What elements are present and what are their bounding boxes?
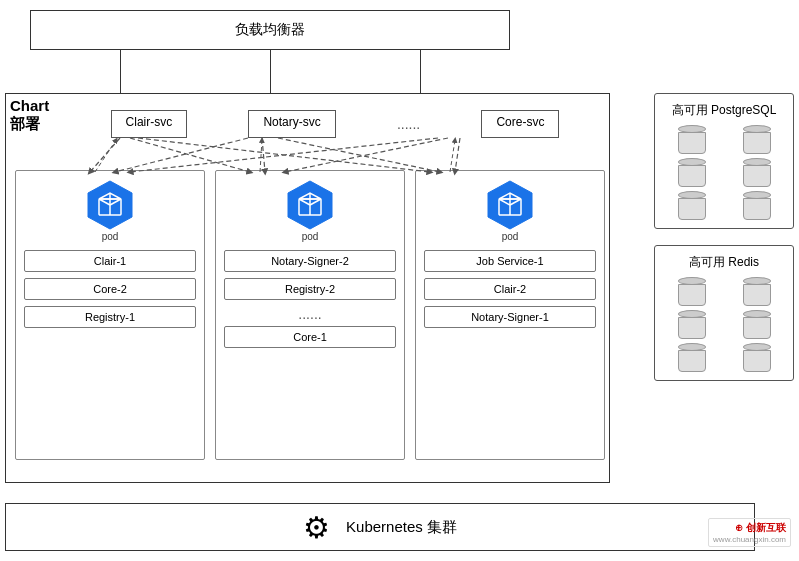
cyl-rd-4 (743, 310, 771, 339)
cyl-rd-5 (678, 343, 706, 372)
ha-postgresql-title: 高可用 PostgreSQL (661, 102, 787, 119)
notary-signer-2: Notary-Signer-2 (224, 250, 396, 272)
chart-deploy-label: Chart 部署 (10, 97, 49, 133)
cyl-rd-6 (743, 343, 771, 372)
node-col-1: pod Clair-1 Core-2 Registry-1 (15, 170, 205, 460)
service-row: Clair-svc Notary-svc ...... Core-svc (80, 110, 590, 138)
pod-label-3: pod (424, 231, 596, 242)
cyl-pg-4 (743, 158, 771, 187)
nodes-row: pod Clair-1 Core-2 Registry-1 pod Notary… (15, 170, 605, 460)
node2-ellipsis: ...... (224, 306, 396, 322)
core-svc-box: Core-svc (481, 110, 559, 138)
node-col-3: pod Job Service-1 Clair-2 Notary-Signer-… (415, 170, 605, 460)
pod-label-1: pod (24, 231, 196, 242)
kubernetes-bar: ⚙ Kubernetes 集群 (5, 503, 755, 551)
ha-redis-title: 高可用 Redis (661, 254, 787, 271)
pod-label-2: pod (224, 231, 396, 242)
registry-1: Registry-1 (24, 306, 196, 328)
cyl-pg-6 (743, 191, 771, 220)
cyl-pg-1 (678, 125, 706, 154)
load-balancer-label: 负载均衡器 (235, 21, 305, 39)
ha-redis-box: 高可用 Redis (654, 245, 794, 381)
k8s-label: Kubernetes 集群 (346, 518, 457, 537)
svc-ellipsis: ...... (397, 110, 420, 138)
pod-hex-1 (24, 179, 196, 231)
ha-postgresql-box: 高可用 PostgreSQL (654, 93, 794, 229)
notary-signer-1: Notary-Signer-1 (424, 306, 596, 328)
pod-hex-2 (224, 179, 396, 231)
core-2: Core-2 (24, 278, 196, 300)
postgresql-cylinders (661, 125, 787, 220)
node-col-2: pod Notary-Signer-2 Registry-2 ...... Co… (215, 170, 405, 460)
cyl-pg-5 (678, 191, 706, 220)
watermark-line2: www.chuangxin.com (713, 535, 786, 544)
core-1: Core-1 (224, 326, 396, 348)
load-balancer-box: 负载均衡器 (30, 10, 510, 50)
registry-2: Registry-2 (224, 278, 396, 300)
k8s-icon: ⚙ (303, 510, 330, 545)
clair-2: Clair-2 (424, 278, 596, 300)
watermark: ⊕ 创新互联 www.chuangxin.com (708, 518, 791, 547)
cyl-rd-2 (743, 277, 771, 306)
pod-hex-3 (424, 179, 596, 231)
cyl-pg-3 (678, 158, 706, 187)
cyl-pg-2 (743, 125, 771, 154)
cyl-rd-3 (678, 310, 706, 339)
clair-svc-box: Clair-svc (111, 110, 188, 138)
clair-1: Clair-1 (24, 250, 196, 272)
cyl-rd-1 (678, 277, 706, 306)
notary-svc-box: Notary-svc (248, 110, 335, 138)
job-service-1: Job Service-1 (424, 250, 596, 272)
watermark-line1: ⊕ 创新互联 (713, 521, 786, 535)
ha-panel: 高可用 PostgreSQL 高可用 Redis (654, 93, 794, 397)
redis-cylinders (661, 277, 787, 372)
